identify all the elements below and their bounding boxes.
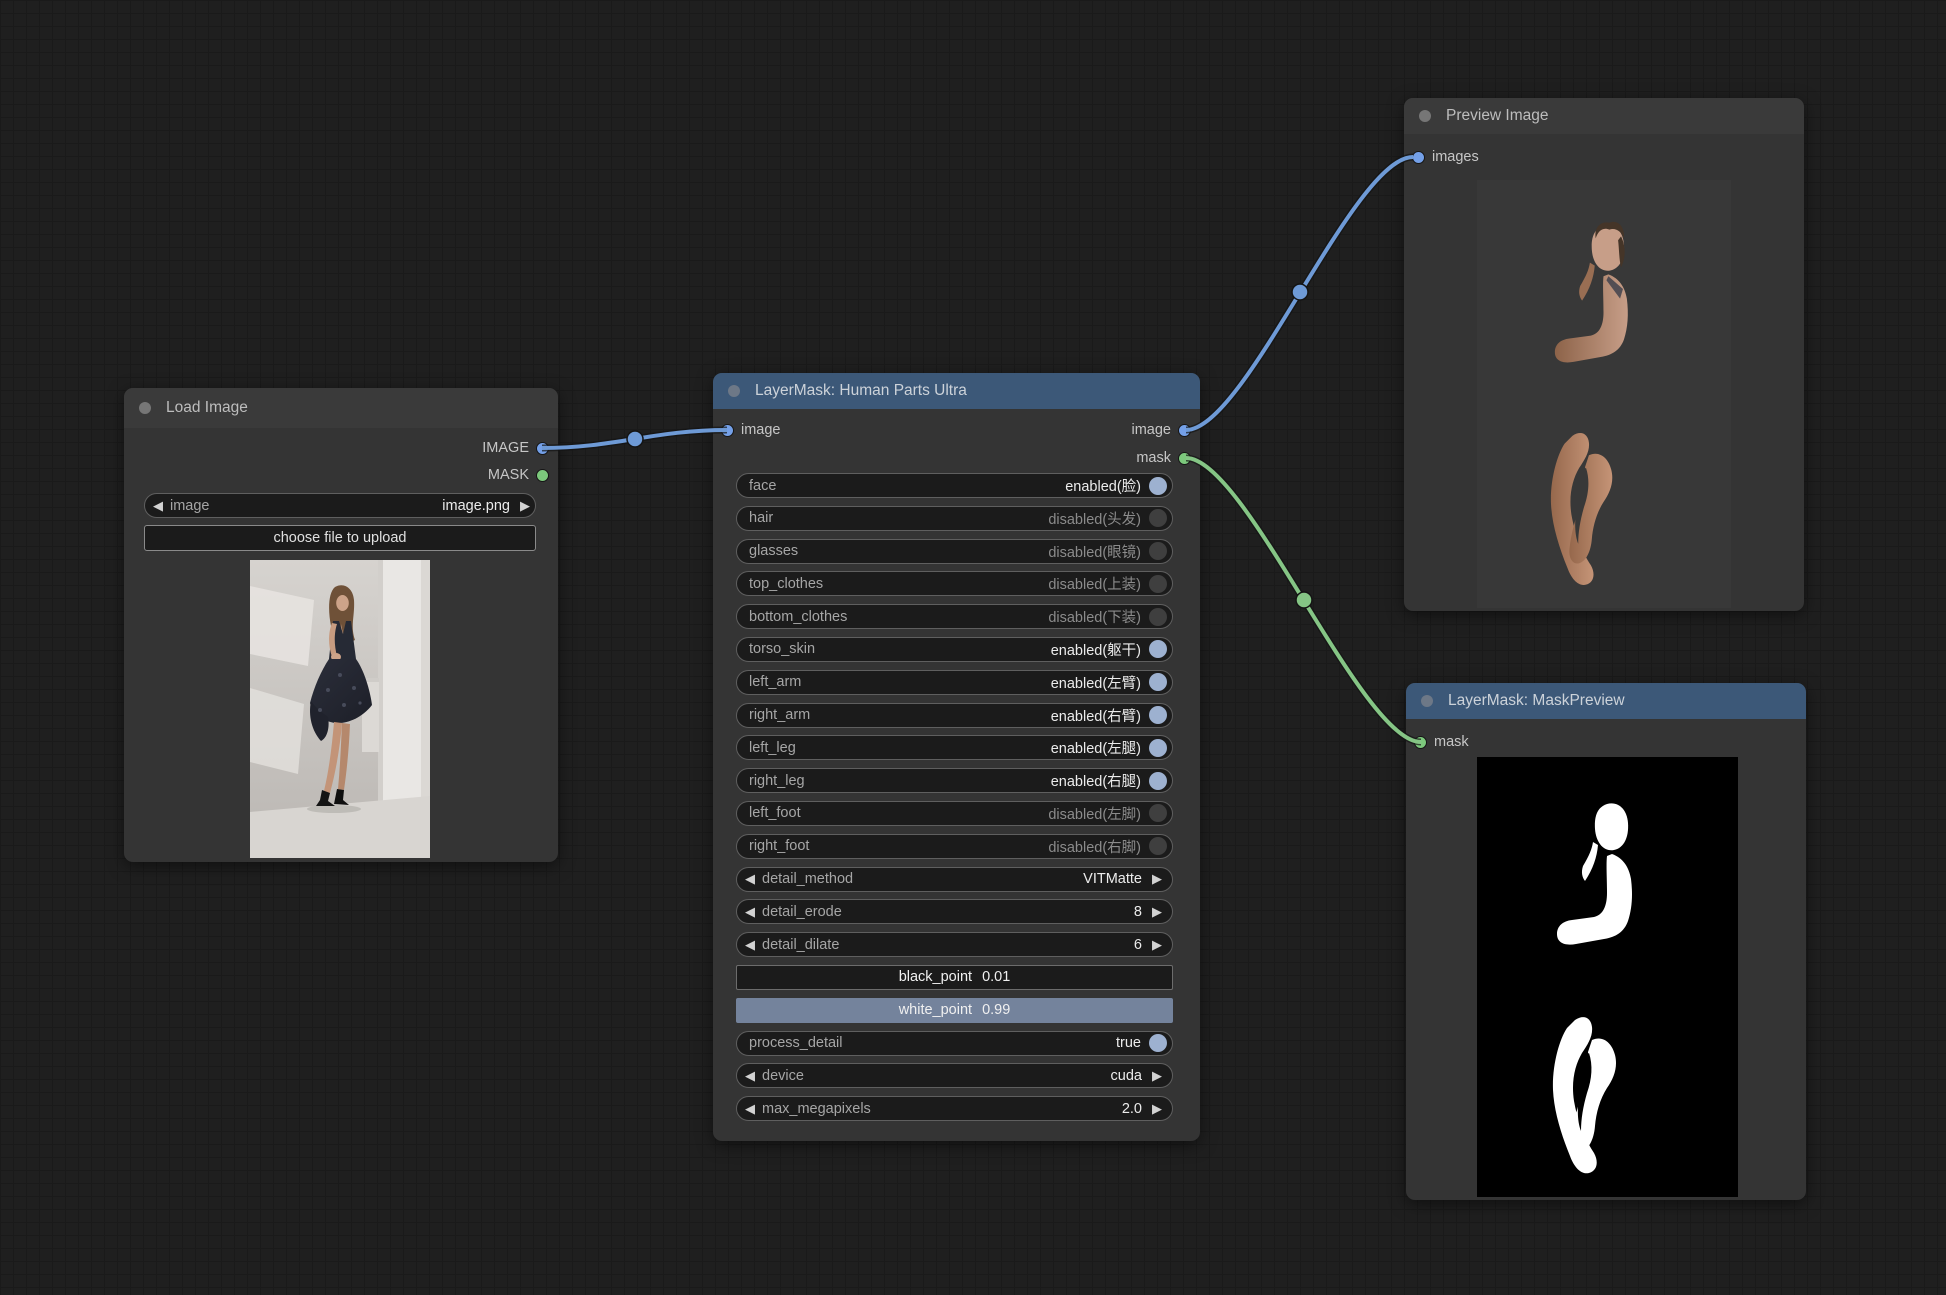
combo-next-icon[interactable]: ▶	[1152, 904, 1167, 920]
output-image[interactable]: IMAGE	[482, 435, 549, 461]
toggle-row-face[interactable]: face enabled(脸)	[736, 473, 1173, 498]
toggle-row-left-foot[interactable]: left_foot disabled(左脚)	[736, 801, 1173, 826]
toggle-dot[interactable]	[1149, 575, 1167, 593]
toggle-dot[interactable]	[1149, 804, 1167, 822]
input-dot-image[interactable]	[721, 424, 734, 437]
input-label: image	[741, 422, 781, 438]
combo-next-icon[interactable]: ▶	[520, 498, 535, 514]
output-dot-mask[interactable]	[536, 469, 549, 482]
toggle-dot[interactable]	[1149, 739, 1167, 757]
toggle-dot[interactable]	[1149, 706, 1167, 724]
output-label: IMAGE	[482, 440, 529, 456]
input-label: images	[1432, 149, 1479, 165]
toggle-row-right-leg[interactable]: right_leg enabled(右腿)	[736, 768, 1173, 793]
combo-detail-method[interactable]: ◀ detail_method VITMatte ▶	[736, 867, 1173, 892]
node-title: LayerMask: MaskPreview	[1448, 692, 1625, 710]
toggle-row-torso-skin[interactable]: torso_skin enabled(躯干)	[736, 637, 1173, 662]
node-mask-preview[interactable]: LayerMask: MaskPreview mask	[1406, 683, 1806, 1200]
input-mask[interactable]: mask	[1414, 729, 1469, 755]
photo-woman-in-dress	[250, 560, 430, 858]
input-label: mask	[1434, 734, 1469, 750]
node-load-image[interactable]: Load Image IMAGE MASK ◀ image image.png …	[124, 388, 558, 862]
toggle-dot[interactable]	[1149, 542, 1167, 560]
output-image[interactable]: image	[1132, 417, 1192, 443]
node-preview-image[interactable]: Preview Image images	[1404, 98, 1804, 611]
toggle-row-glasses[interactable]: glasses disabled(眼镜)	[736, 539, 1173, 564]
toggle-dot[interactable]	[1149, 477, 1167, 495]
toggle-dot[interactable]	[1149, 673, 1167, 691]
combo-name: image	[163, 498, 210, 514]
toggle-dot[interactable]	[1149, 608, 1167, 626]
toggle-row-right-foot[interactable]: right_foot disabled(右脚)	[736, 834, 1173, 859]
widget-list: face enabled(脸) hair disabled(头发) glasse…	[736, 473, 1173, 1129]
output-dot-image[interactable]	[1178, 424, 1191, 437]
mask-preview-image	[1477, 757, 1738, 1197]
toggle-row-top-clothes[interactable]: top_clothes disabled(上装)	[736, 571, 1173, 596]
node-title: Preview Image	[1446, 107, 1549, 125]
input-image[interactable]: image	[721, 417, 781, 443]
toggle-row-left-arm[interactable]: left_arm enabled(左臂)	[736, 670, 1173, 695]
combo-prev-icon[interactable]: ◀	[737, 871, 755, 887]
output-dot-image[interactable]	[536, 442, 549, 455]
toggle-dot[interactable]	[1149, 640, 1167, 658]
node-title: LayerMask: Human Parts Ultra	[755, 382, 967, 400]
toggle-dot[interactable]	[1149, 509, 1167, 527]
combo-next-icon[interactable]: ▶	[1152, 1101, 1167, 1117]
combo-prev-icon[interactable]: ◀	[737, 937, 755, 953]
combo-detail-erode[interactable]: ◀ detail_erode 8 ▶	[736, 899, 1173, 924]
combo-prev-icon[interactable]: ◀	[737, 1101, 755, 1117]
combo-prev-icon[interactable]: ◀	[145, 498, 163, 514]
node-header[interactable]: LayerMask: Human Parts Ultra	[713, 373, 1200, 409]
combo-prev-icon[interactable]: ◀	[737, 904, 755, 920]
input-dot-images[interactable]	[1412, 151, 1425, 164]
node-title: Load Image	[166, 399, 248, 417]
collapse-dot[interactable]	[1419, 110, 1431, 122]
input-images[interactable]: images	[1412, 144, 1479, 170]
link-midpoint-dot-mask	[1296, 592, 1312, 608]
combo-prev-icon[interactable]: ◀	[737, 1068, 755, 1084]
output-mask[interactable]: MASK	[488, 462, 549, 488]
image-file-combo[interactable]: ◀ image image.png ▶	[144, 493, 536, 518]
input-dot-mask[interactable]	[1414, 736, 1427, 749]
link-midpoint-dot-preview	[1292, 284, 1308, 300]
collapse-dot[interactable]	[139, 402, 151, 414]
collapse-dot[interactable]	[1421, 695, 1433, 707]
combo-detail-dilate[interactable]: ◀ detail_dilate 6 ▶	[736, 932, 1173, 957]
combo-value: image.png	[442, 498, 520, 514]
output-label: MASK	[488, 467, 529, 483]
output-label: image	[1132, 422, 1172, 438]
node-graph-canvas[interactable]: Load Image IMAGE MASK ◀ image image.png …	[0, 0, 1946, 1295]
node-human-parts-ultra[interactable]: LayerMask: Human Parts Ultra image image…	[713, 373, 1200, 1141]
toggle-dot[interactable]	[1149, 837, 1167, 855]
loaded-image-thumbnail	[250, 560, 430, 858]
toggle-row-right-arm[interactable]: right_arm enabled(右臂)	[736, 703, 1173, 728]
toggle-row-process-detail[interactable]: process_detail true	[736, 1031, 1173, 1056]
output-label: mask	[1136, 450, 1171, 466]
number-white-point-highlighted[interactable]: white_point 0.99	[736, 998, 1173, 1023]
button-label: choose file to upload	[273, 530, 406, 546]
combo-next-icon[interactable]: ▶	[1152, 1068, 1167, 1084]
output-dot-mask[interactable]	[1178, 452, 1191, 465]
choose-file-button[interactable]: choose file to upload	[144, 525, 536, 551]
combo-device[interactable]: ◀ device cuda ▶	[736, 1063, 1173, 1088]
number-black-point[interactable]: black_point 0.01	[736, 965, 1173, 990]
toggle-dot[interactable]	[1149, 772, 1167, 790]
node-header[interactable]: Load Image	[124, 388, 558, 428]
toggle-dot[interactable]	[1149, 1034, 1167, 1052]
combo-next-icon[interactable]: ▶	[1152, 937, 1167, 953]
node-header[interactable]: LayerMask: MaskPreview	[1406, 683, 1806, 719]
preview-body-parts-image	[1461, 180, 1747, 608]
combo-max-megapixels[interactable]: ◀ max_megapixels 2.0 ▶	[736, 1096, 1173, 1121]
link-midpoint-dot-image	[627, 431, 643, 447]
node-header[interactable]: Preview Image	[1404, 98, 1804, 134]
toggle-row-hair[interactable]: hair disabled(头发)	[736, 506, 1173, 531]
collapse-dot[interactable]	[728, 385, 740, 397]
toggle-row-bottom-clothes[interactable]: bottom_clothes disabled(下装)	[736, 604, 1173, 629]
toggle-row-left-leg[interactable]: left_leg enabled(左腿)	[736, 735, 1173, 760]
combo-next-icon[interactable]: ▶	[1152, 871, 1167, 887]
output-mask[interactable]: mask	[1136, 445, 1191, 471]
